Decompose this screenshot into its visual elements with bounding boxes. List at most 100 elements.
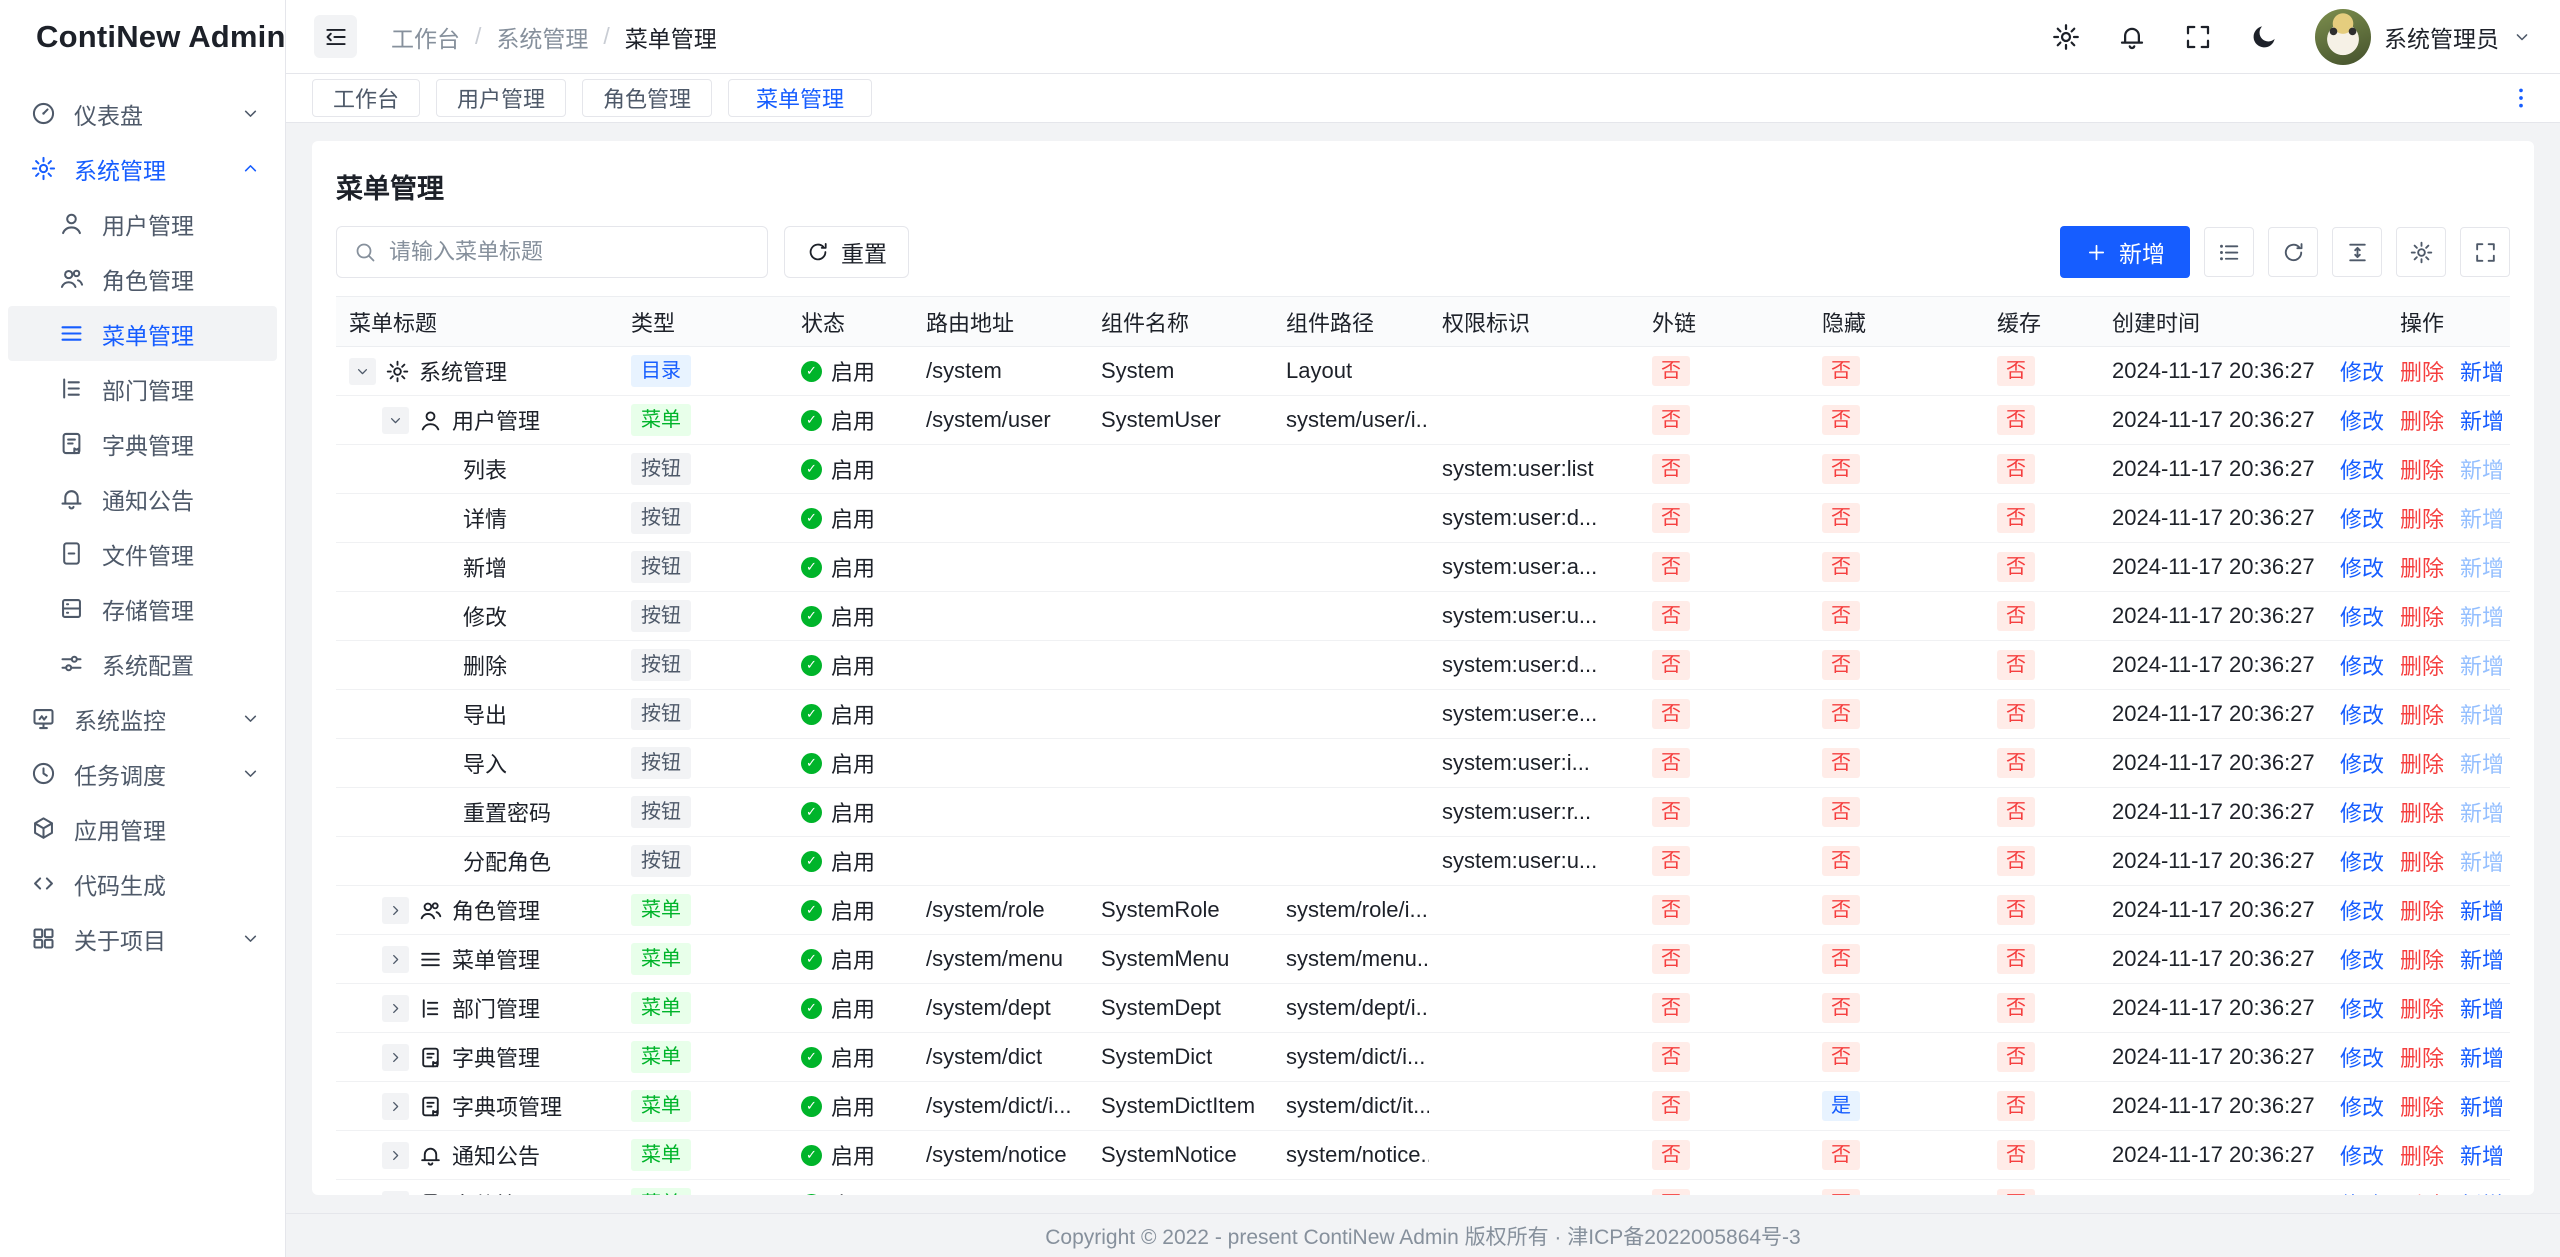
sidebar-item-user-management[interactable]: 用户管理: [8, 196, 277, 251]
delete-link[interactable]: 删除: [2400, 1188, 2444, 1195]
app-logo[interactable]: ContiNew Admin: [0, 0, 285, 74]
delete-link[interactable]: 删除: [2400, 649, 2444, 681]
column-settings-button[interactable]: [2396, 227, 2446, 277]
reset-button[interactable]: 重置: [784, 226, 909, 278]
sidebar-item-role-management[interactable]: 角色管理: [8, 251, 277, 306]
delete-link[interactable]: 删除: [2400, 943, 2444, 975]
sidebar-item-about-project[interactable]: 关于项目: [8, 911, 277, 966]
delete-link[interactable]: 删除: [2400, 698, 2444, 730]
modify-link[interactable]: 修改: [2340, 747, 2384, 779]
tab-role-management[interactable]: 角色管理: [582, 79, 712, 117]
add-link[interactable]: 新增: [2460, 1188, 2504, 1195]
sidebar-item-notice[interactable]: 通知公告: [8, 471, 277, 526]
delete-link[interactable]: 删除: [2400, 1041, 2444, 1073]
modify-link[interactable]: 修改: [2340, 453, 2384, 485]
modify-link[interactable]: 修改: [2340, 355, 2384, 387]
sidebar-item-file-management[interactable]: 文件管理: [8, 526, 277, 581]
sidebar-item-dept-management[interactable]: 部门管理: [8, 361, 277, 416]
sidebar-item-system-monitor[interactable]: 系统监控: [8, 691, 277, 746]
modify-link[interactable]: 修改: [2340, 404, 2384, 436]
bell-icon: [58, 485, 85, 512]
modify-link[interactable]: 修改: [2340, 551, 2384, 583]
sidebar-collapse-button[interactable]: [314, 15, 357, 58]
cache-cell: 否: [1984, 788, 2099, 837]
add-link[interactable]: 新增: [2460, 1090, 2504, 1122]
delete-link[interactable]: 删除: [2400, 502, 2444, 534]
delete-link[interactable]: 删除: [2400, 796, 2444, 828]
cache-cell: 否: [1984, 641, 2099, 690]
sidebar-item-storage-management[interactable]: 存储管理: [8, 581, 277, 636]
row-expand-toggle[interactable]: [349, 358, 376, 385]
add-link[interactable]: 新增: [2460, 404, 2504, 436]
sidebar-item-system-config[interactable]: 系统配置: [8, 636, 277, 691]
tabs-more-button[interactable]: [2508, 85, 2534, 111]
tab-menu-management[interactable]: 菜单管理: [728, 79, 872, 117]
add-link[interactable]: 新增: [2460, 1041, 2504, 1073]
add-link[interactable]: 新增: [2460, 894, 2504, 926]
fullscreen-icon[interactable]: [2183, 22, 2213, 52]
modify-link[interactable]: 修改: [2340, 1139, 2384, 1171]
modify-link[interactable]: 修改: [2340, 698, 2384, 730]
add-link[interactable]: 新增: [2460, 355, 2504, 387]
user-menu[interactable]: 系统管理员: [2315, 9, 2532, 65]
modify-link[interactable]: 修改: [2340, 502, 2384, 534]
row-expand-toggle[interactable]: [382, 1044, 409, 1071]
refresh-button[interactable]: [2268, 227, 2318, 277]
breadcrumb-item-workbench[interactable]: 工作台: [391, 20, 460, 54]
list-view-button[interactable]: [2204, 227, 2254, 277]
sidebar-item-task-schedule[interactable]: 任务调度: [8, 746, 277, 801]
delete-link[interactable]: 删除: [2400, 404, 2444, 436]
delete-link[interactable]: 删除: [2400, 600, 2444, 632]
sidebar-item-code-generation[interactable]: 代码生成: [8, 856, 277, 911]
add-button[interactable]: 新增: [2060, 226, 2190, 278]
delete-link[interactable]: 删除: [2400, 992, 2444, 1024]
tab-workbench[interactable]: 工作台: [312, 79, 420, 117]
sidebar-item-menu-management[interactable]: 菜单管理: [8, 306, 277, 361]
row-expand-toggle[interactable]: [382, 946, 409, 973]
delete-link[interactable]: 删除: [2400, 747, 2444, 779]
delete-link[interactable]: 删除: [2400, 1090, 2444, 1122]
row-expand-toggle[interactable]: [382, 1093, 409, 1120]
cube-icon: [30, 815, 57, 842]
row-expand-toggle[interactable]: [382, 1142, 409, 1169]
search-input[interactable]: [389, 239, 751, 265]
row-expand-toggle[interactable]: [382, 995, 409, 1022]
modify-link[interactable]: 修改: [2340, 894, 2384, 926]
cache-cell: 否: [1984, 445, 2099, 494]
sidebar-item-dashboard[interactable]: 仪表盘: [8, 86, 277, 141]
row-expand-toggle[interactable]: [382, 897, 409, 924]
delete-link[interactable]: 删除: [2400, 894, 2444, 926]
sidebar-item-app-management[interactable]: 应用管理: [8, 801, 277, 856]
delete-link[interactable]: 删除: [2400, 551, 2444, 583]
modify-link[interactable]: 修改: [2340, 1041, 2384, 1073]
dark-mode-icon[interactable]: [2249, 22, 2279, 52]
row-height-button[interactable]: [2332, 227, 2382, 277]
add-link[interactable]: 新增: [2460, 943, 2504, 975]
add-link: 新增: [2460, 698, 2504, 730]
status-cell: ✓启用: [801, 796, 900, 828]
delete-link[interactable]: 删除: [2400, 453, 2444, 485]
modify-link[interactable]: 修改: [2340, 1188, 2384, 1195]
modify-link[interactable]: 修改: [2340, 992, 2384, 1024]
notifications-icon[interactable]: [2117, 22, 2147, 52]
sidebar-item-system-management[interactable]: 系统管理: [8, 141, 277, 196]
modify-link[interactable]: 修改: [2340, 1090, 2384, 1122]
modify-link[interactable]: 修改: [2340, 845, 2384, 877]
breadcrumb-item-system[interactable]: 系统管理: [496, 20, 588, 54]
sidebar-item-dict-management[interactable]: 字典管理: [8, 416, 277, 471]
add-link[interactable]: 新增: [2460, 992, 2504, 1024]
tab-user-management[interactable]: 用户管理: [436, 79, 566, 117]
modify-link[interactable]: 修改: [2340, 600, 2384, 632]
delete-link[interactable]: 删除: [2400, 1139, 2444, 1171]
fullscreen-table-button[interactable]: [2460, 227, 2510, 277]
delete-link[interactable]: 删除: [2400, 845, 2444, 877]
row-expand-toggle[interactable]: [382, 407, 409, 434]
modify-link[interactable]: 修改: [2340, 943, 2384, 975]
modify-link[interactable]: 修改: [2340, 796, 2384, 828]
row-expand-toggle[interactable]: [382, 1191, 409, 1196]
delete-link[interactable]: 删除: [2400, 355, 2444, 387]
add-link[interactable]: 新增: [2460, 1139, 2504, 1171]
modify-link[interactable]: 修改: [2340, 649, 2384, 681]
row-actions: 修改删除新增: [2347, 1041, 2497, 1073]
settings-icon[interactable]: [2051, 22, 2081, 52]
